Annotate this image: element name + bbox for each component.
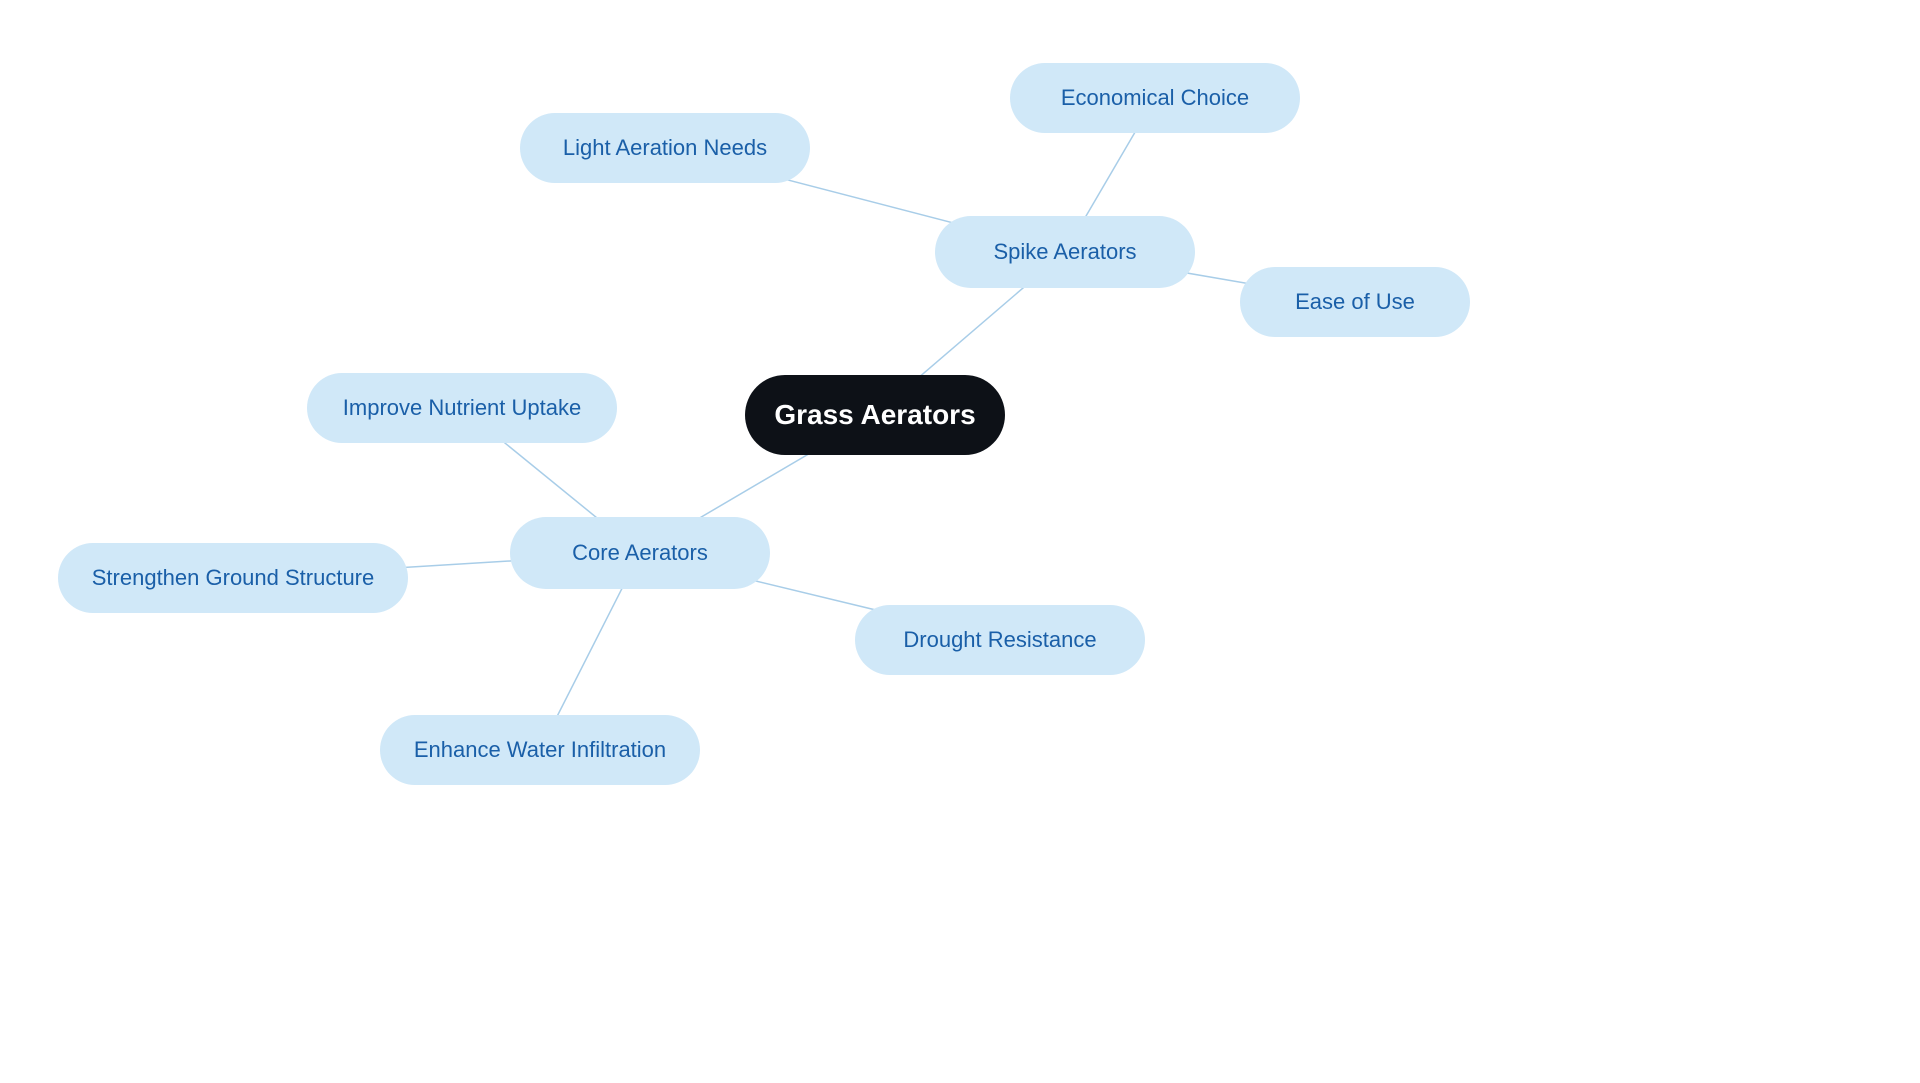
- node-label: Improve Nutrient Uptake: [343, 395, 581, 421]
- node-label: Ease of Use: [1295, 289, 1415, 315]
- node-label: Economical Choice: [1061, 85, 1249, 111]
- node-light-aeration-needs[interactable]: Light Aeration Needs: [520, 113, 810, 183]
- node-ease-of-use[interactable]: Ease of Use: [1240, 267, 1470, 337]
- node-improve-nutrient-uptake[interactable]: Improve Nutrient Uptake: [307, 373, 617, 443]
- node-label: Core Aerators: [572, 540, 708, 566]
- node-economical-choice[interactable]: Economical Choice: [1010, 63, 1300, 133]
- connections-svg: [0, 0, 1920, 1083]
- node-label: Enhance Water Infiltration: [414, 737, 666, 763]
- node-label: Spike Aerators: [993, 239, 1136, 265]
- node-label: Grass Aerators: [774, 399, 975, 431]
- node-label: Drought Resistance: [903, 627, 1096, 653]
- node-label: Strengthen Ground Structure: [92, 565, 375, 591]
- node-grass-aerators[interactable]: Grass Aerators: [745, 375, 1005, 455]
- node-strengthen-ground-structure[interactable]: Strengthen Ground Structure: [58, 543, 408, 613]
- mind-map-container: Grass Aerators Spike Aerators Core Aerat…: [0, 0, 1920, 1083]
- node-spike-aerators[interactable]: Spike Aerators: [935, 216, 1195, 288]
- node-core-aerators[interactable]: Core Aerators: [510, 517, 770, 589]
- node-drought-resistance[interactable]: Drought Resistance: [855, 605, 1145, 675]
- node-enhance-water-infiltration[interactable]: Enhance Water Infiltration: [380, 715, 700, 785]
- node-label: Light Aeration Needs: [563, 135, 767, 161]
